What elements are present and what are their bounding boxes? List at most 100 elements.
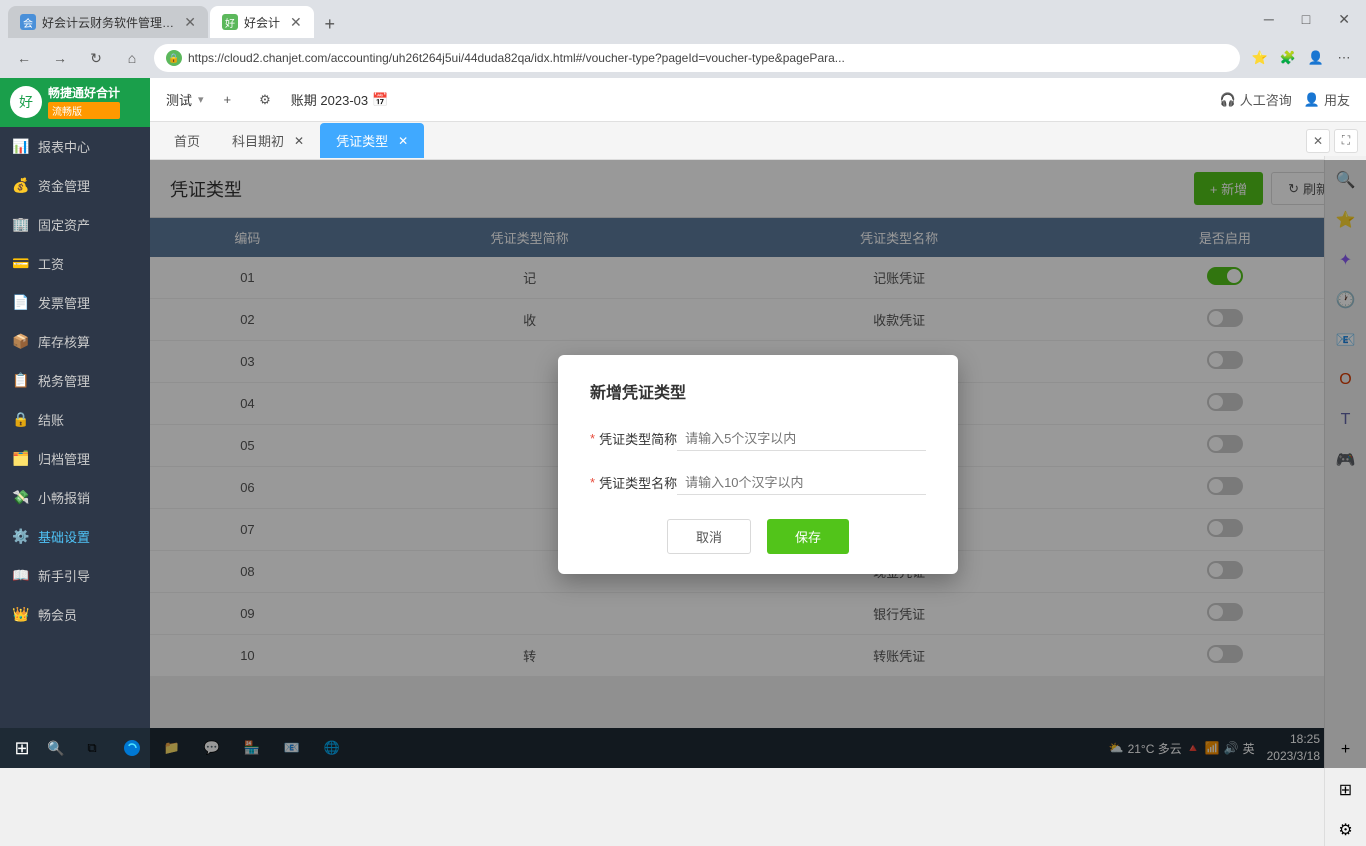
content-tabs: 首页 科目期初 ✕ 凭证类型 ✕ ✕ ⛶ [150, 122, 1366, 160]
favorites-button[interactable]: ⭐ [1248, 46, 1272, 70]
save-button[interactable]: 保存 [767, 519, 849, 554]
tab-title-2: 好会计 [244, 14, 280, 31]
browser-tab-2[interactable]: 好 好会计 ✕ [210, 6, 314, 38]
workspace-selector[interactable]: 测试 ▾ [166, 90, 204, 109]
sidebar-label-member: 畅会员 [38, 605, 77, 624]
member-icon: 👑 [12, 606, 30, 623]
user-avatar-icon: 👤 [1304, 92, 1320, 108]
top-bar: 测试 ▾ + ⚙ 账期 2023-03 📅 🎧 人工咨询 👤 用友 [150, 78, 1366, 122]
sidebar-item-settings[interactable]: ⚙️ 基础设置 [0, 517, 150, 556]
sidebar-item-close[interactable]: 🔒 结账 [0, 400, 150, 439]
tax-icon: 📋 [12, 372, 30, 389]
main-content: 测试 ▾ + ⚙ 账期 2023-03 📅 🎧 人工咨询 👤 用友 首页 [150, 78, 1366, 768]
settings-gear-button[interactable]: ⚙ [251, 88, 279, 112]
sidebar-item-archive[interactable]: 🗂️ 归档管理 [0, 439, 150, 478]
sidebar-item-expense[interactable]: 💸 小畅报销 [0, 478, 150, 517]
close-button[interactable]: ✕ [1330, 7, 1358, 32]
refresh-button[interactable]: ↻ [82, 44, 110, 72]
tab-close-1[interactable]: ✕ [184, 14, 196, 31]
period-text: 账期 2023-03 [291, 90, 368, 109]
more-button[interactable]: ⋯ [1332, 46, 1356, 70]
cancel-button[interactable]: 取消 [667, 519, 751, 554]
extensions-button[interactable]: 🧩 [1276, 46, 1300, 70]
guide-icon: 📖 [12, 567, 30, 584]
tab-voucher-type[interactable]: 凭证类型 ✕ [320, 123, 424, 158]
sidebar-item-funds[interactable]: 💰 资金管理 [0, 166, 150, 205]
profile-button[interactable]: 👤 [1304, 46, 1328, 70]
sidebar-item-guide[interactable]: 📖 新手引导 [0, 556, 150, 595]
full-name-label: 凭证类型名称 [599, 473, 677, 492]
sidebar-item-tax[interactable]: 📋 税务管理 [0, 361, 150, 400]
tab-voucher-label: 凭证类型 [336, 131, 388, 150]
funds-icon: 💰 [12, 177, 30, 194]
left-sidebar: 好 畅捷通好合计 流畅版 📊 报表中心 💰 资金管理 🏢 固定资产 💳 工资 [0, 78, 150, 768]
assets-icon: 🏢 [12, 216, 30, 233]
tab-favicon-2: 好 [222, 14, 238, 30]
new-tab-button[interactable]: + [316, 10, 344, 38]
logo-text: 畅捷通好合计 [48, 86, 120, 102]
sidebar-label-settings: 基础设置 [38, 527, 90, 546]
sidebar-item-invoices[interactable]: 📄 发票管理 [0, 283, 150, 322]
payroll-icon: 💳 [12, 255, 30, 272]
sidebar-item-inventory[interactable]: 📦 库存核算 [0, 322, 150, 361]
user-info[interactable]: 👤 用友 [1304, 90, 1350, 109]
sidebar-logo: 好 畅捷通好合计 流畅版 [0, 78, 150, 127]
minimize-button[interactable]: ─ [1256, 7, 1282, 31]
address-text: https://cloud2.chanjet.com/accounting/uh… [188, 51, 1228, 65]
sidebar-label-invoices: 发票管理 [38, 293, 90, 312]
home-button[interactable]: ⌂ [118, 44, 146, 72]
tab-voucher-close[interactable]: ✕ [398, 134, 408, 148]
required-mark-2: * [590, 475, 595, 490]
sidebar-label-tax: 税务管理 [38, 371, 90, 390]
back-button[interactable]: ← [10, 44, 38, 72]
tab-accounts-label: 科目期初 [232, 131, 284, 150]
tab-home-label: 首页 [174, 131, 200, 150]
period-info: 账期 2023-03 📅 [291, 90, 389, 109]
maximize-panel-button[interactable]: ⛶ [1334, 129, 1358, 153]
taskbar-search-button[interactable]: 🔍 [42, 734, 70, 762]
sidebar-grid-button[interactable]: ⊞ [1330, 774, 1362, 806]
sidebar-label-archive: 归档管理 [38, 449, 90, 468]
short-name-field: * 凭证类型简称 [590, 427, 926, 451]
add-workspace-button[interactable]: + [216, 88, 240, 111]
sidebar-item-payroll[interactable]: 💳 工资 [0, 244, 150, 283]
sidebar-label-assets: 固定资产 [38, 215, 90, 234]
invoices-icon: 📄 [12, 294, 30, 311]
page-content: 凭证类型 + 新增 ↻ 刷新 编码 凭证类型简称 凭证类型名称 是否启用 [150, 160, 1366, 768]
tab-accounts[interactable]: 科目期初 ✕ [216, 123, 320, 158]
sidebar-item-reports[interactable]: 📊 报表中心 [0, 127, 150, 166]
security-icon: 🔒 [166, 50, 182, 66]
reports-icon: 📊 [12, 138, 30, 155]
taskbar-task-view[interactable]: ⧉ [76, 732, 108, 764]
expense-icon: 💸 [12, 489, 30, 506]
short-name-input[interactable] [677, 427, 926, 451]
modal-overlay: 新增凭证类型 * 凭证类型简称 * 凭证类型名称 取消 保存 [150, 160, 1366, 768]
sidebar-label-reports: 报表中心 [38, 137, 90, 156]
taskbar-edge[interactable] [116, 732, 148, 764]
minimize-panel-button[interactable]: ✕ [1306, 129, 1330, 153]
logo-badge: 流畅版 [48, 102, 120, 119]
full-name-input[interactable] [677, 471, 926, 495]
tab-close-2[interactable]: ✕ [290, 14, 302, 31]
forward-button[interactable]: → [46, 44, 74, 72]
tab-accounts-close[interactable]: ✕ [294, 134, 304, 148]
maximize-button[interactable]: □ [1294, 7, 1318, 31]
help-button[interactable]: 🎧 人工咨询 [1220, 90, 1292, 109]
sidebar-menu: 📊 报表中心 💰 资金管理 🏢 固定资产 💳 工资 📄 发票管理 📦 库 [0, 127, 150, 734]
tab-home[interactable]: 首页 [158, 123, 216, 158]
inventory-icon: 📦 [12, 333, 30, 350]
workspace-dropdown-icon: ▾ [198, 93, 204, 106]
sidebar-item-member[interactable]: 👑 畅会员 [0, 595, 150, 634]
tab-favicon-1: 会 [20, 14, 36, 30]
sidebar-label-payroll: 工资 [38, 254, 64, 273]
sidebar-label-close: 结账 [38, 410, 64, 429]
address-bar[interactable]: 🔒 https://cloud2.chanjet.com/accounting/… [154, 44, 1240, 72]
full-name-field: * 凭证类型名称 [590, 471, 926, 495]
modal-actions: 取消 保存 [590, 519, 926, 554]
sidebar-settings-button[interactable]: ⚙ [1330, 814, 1362, 846]
sidebar-item-assets[interactable]: 🏢 固定资产 [0, 205, 150, 244]
start-button[interactable]: ⊞ [6, 732, 38, 764]
sidebar-label-guide: 新手引导 [38, 566, 90, 585]
archive-icon: 🗂️ [12, 450, 30, 467]
browser-tab-1[interactable]: 会 好会计云财务软件管理系统_会计 ✕ [8, 6, 208, 38]
